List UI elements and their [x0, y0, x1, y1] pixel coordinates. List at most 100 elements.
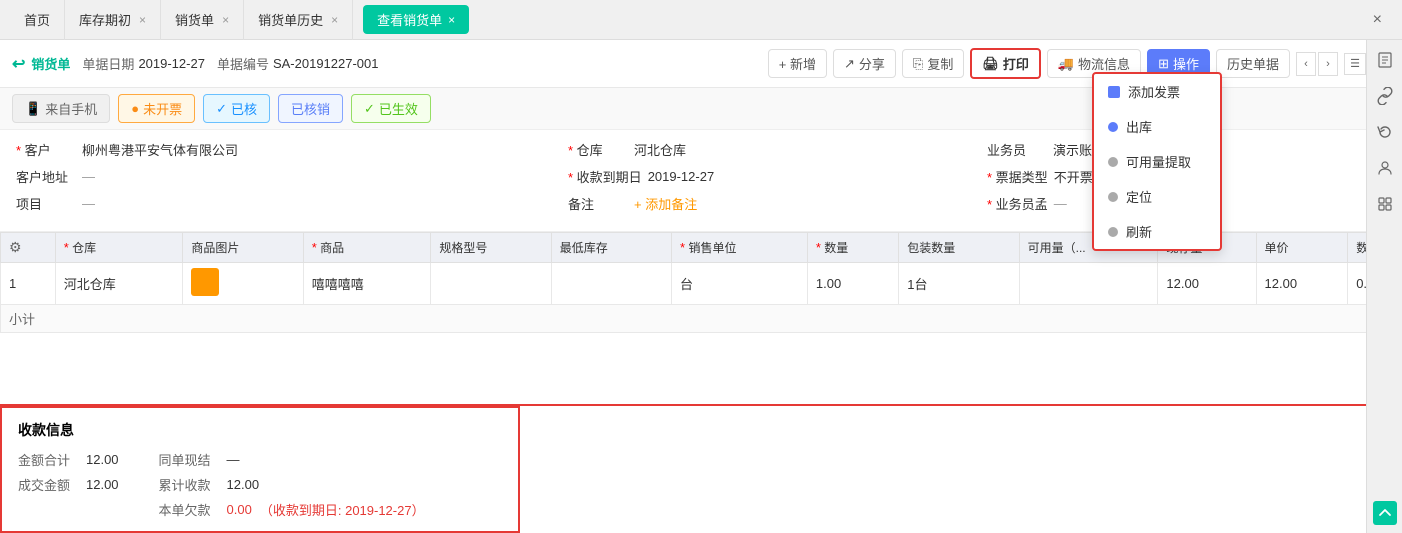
ticket-label: 票据类型 [987, 167, 1048, 186]
total-amount-row: 金额合计 12.00 [18, 450, 119, 469]
payment-rows: 金额合计 12.00 成交金额 12.00 同单现结 — 累计收款 [18, 450, 502, 519]
check-icon: ✓ [216, 101, 227, 117]
due-date-label: 收款到期日 [568, 167, 642, 186]
doc-date-field: 单据日期 2019-12-27 [82, 54, 205, 73]
dropdown-outbound[interactable]: 出库 [1094, 109, 1220, 144]
tab-sales-close[interactable]: × [222, 13, 229, 27]
dropdown-add-invoice[interactable]: 添加发票 [1094, 74, 1220, 109]
tab-sales-history-close[interactable]: × [331, 13, 338, 27]
history-button[interactable]: 历史单据 [1216, 49, 1290, 78]
sold-button[interactable]: 已核销 [278, 94, 343, 123]
refresh-icon [1108, 227, 1118, 237]
sidebar-icon-repeat[interactable] [1373, 192, 1397, 216]
print-button[interactable]: 🖨 打印 [970, 48, 1041, 79]
sidebar-icon-user[interactable] [1373, 156, 1397, 180]
cumulative-row: 累计收款 12.00 [159, 475, 425, 494]
tab-inventory[interactable]: 库存期初 × [65, 0, 161, 40]
ticket-icon: ● [131, 101, 139, 116]
sidebar-icon-clipboard[interactable] [1373, 48, 1397, 72]
logistics-icon: 🚚 [1058, 56, 1074, 72]
cell-pkg-qty: 1台 [899, 263, 1019, 305]
col-settings[interactable]: ⚙ [1, 233, 56, 263]
staff2-label: 业务员孟 [987, 194, 1048, 213]
phone-status-button[interactable]: 📱 来自手机 [12, 94, 110, 123]
cell-current: 12.00 [1158, 263, 1256, 305]
col-product: * 商品 [303, 233, 431, 263]
new-button[interactable]: + 新增 [768, 49, 827, 78]
list-view-button[interactable]: ☰ [1344, 53, 1366, 75]
warehouse-value: 河北仓库 [634, 140, 686, 159]
bottom-panel: 收款信息 金额合计 12.00 成交金额 12.00 同单现结 — [0, 404, 1402, 533]
col-pkg-qty: 包装数量 [899, 233, 1019, 263]
sidebar-icon-rotate[interactable] [1373, 120, 1397, 144]
col-unit: * 销售单位 [672, 233, 808, 263]
cell-spec [431, 263, 551, 305]
print-icon: 🖨 [982, 56, 999, 72]
overdue-note: （收款到期日: 2019-12-27） [260, 500, 425, 519]
subtotal-row: 小计 [1, 305, 1402, 333]
cell-available [1019, 263, 1158, 305]
payment-info: 收款信息 金额合计 12.00 成交金额 12.00 同单现结 — [0, 406, 520, 533]
operations-icon: ⊞ [1158, 56, 1169, 72]
share-button[interactable]: ↗ 分享 [833, 49, 896, 78]
address-field: 客户地址 — [16, 167, 548, 186]
toolbar-right: + 新增 ↗ 分享 ⎘ 复制 🖨 打印 🚚 物流信息 ⊞ 操作 [768, 48, 1390, 79]
customer-label: 客户 [16, 140, 76, 159]
staff2-value: — [1054, 196, 1067, 211]
project-field: 项目 — [16, 194, 548, 213]
tab-home[interactable]: 首页 [10, 0, 65, 40]
same-order-value: — [227, 452, 240, 467]
due-date-value: 2019-12-27 [648, 169, 715, 184]
available-pick-label: 可用量提取 [1126, 152, 1191, 171]
close-window-button[interactable]: × [1363, 11, 1392, 29]
tab-sales[interactable]: 销货单 × [161, 0, 244, 40]
note-label: 备注 [568, 194, 628, 213]
table-row: 1 河北仓库 嘻嘻嘻嘻 台 1.00 1台 12.00 12.00 0. [1, 263, 1402, 305]
due-date-field: 收款到期日 2019-12-27 [568, 167, 967, 186]
available-pick-icon [1108, 157, 1118, 167]
customer-field: 客户 柳州粤港平安气体有限公司 [16, 140, 548, 159]
right-sidebar [1366, 40, 1402, 533]
dropdown-refresh[interactable]: 刷新 [1094, 214, 1220, 249]
col-qty: * 数量 [807, 233, 898, 263]
cell-image [183, 263, 303, 305]
add-invoice-label: 添加发票 [1128, 82, 1180, 101]
copy-button[interactable]: ⎘ 复制 [902, 49, 964, 78]
doc-no-field: 单据编号 SA-20191227-001 [217, 54, 379, 73]
open-ticket-button[interactable]: ● 未开票 [118, 94, 195, 123]
effect-button[interactable]: ✓ 已生效 [351, 94, 431, 123]
tab-inventory-close[interactable]: × [139, 13, 146, 27]
tab-bar: 首页 库存期初 × 销货单 × 销货单历史 × 查看销货单 × × [0, 0, 1402, 40]
dropdown-available-pick[interactable]: 可用量提取 [1094, 144, 1220, 179]
dropdown-locate[interactable]: 定位 [1094, 179, 1220, 214]
total-amount-value: 12.00 [86, 452, 119, 467]
total-amount-label: 金额合计 [18, 450, 78, 469]
nav-arrows: ‹ › [1296, 52, 1338, 76]
subtotal-label: 小计 [1, 305, 1402, 333]
col-image: 商品图片 [183, 233, 303, 263]
check-button[interactable]: ✓ 已核 [203, 94, 270, 123]
share-icon: ↗ [844, 56, 855, 72]
outbound-label: 出库 [1126, 117, 1152, 136]
locate-label: 定位 [1126, 187, 1152, 206]
cell-unit: 台 [672, 263, 808, 305]
ticket-value: 不开票 [1054, 167, 1093, 186]
next-button[interactable]: › [1318, 52, 1338, 76]
tab-view-sales[interactable]: 查看销货单 × [363, 5, 469, 34]
note-add-button[interactable]: + 添加备注 [634, 194, 697, 213]
cell-warehouse: 河北仓库 [55, 263, 183, 305]
tab-sales-history[interactable]: 销货单历史 × [244, 0, 353, 40]
locate-icon [1108, 192, 1118, 202]
project-label: 项目 [16, 194, 76, 213]
refresh-label: 刷新 [1126, 222, 1152, 241]
prev-button[interactable]: ‹ [1296, 52, 1316, 76]
sidebar-expand-button[interactable] [1373, 501, 1397, 525]
warehouse-field: 仓库 河北仓库 [568, 140, 967, 159]
doc-icon: ↩ [12, 54, 25, 74]
cell-product: 嘻嘻嘻嘻 [303, 263, 431, 305]
cell-price: 12.00 [1256, 263, 1348, 305]
tab-view-sales-close[interactable]: × [448, 13, 455, 27]
sidebar-icon-link[interactable] [1373, 84, 1397, 108]
cell-no: 1 [1, 263, 56, 305]
customer-value: 柳州粤港平安气体有限公司 [82, 140, 238, 159]
